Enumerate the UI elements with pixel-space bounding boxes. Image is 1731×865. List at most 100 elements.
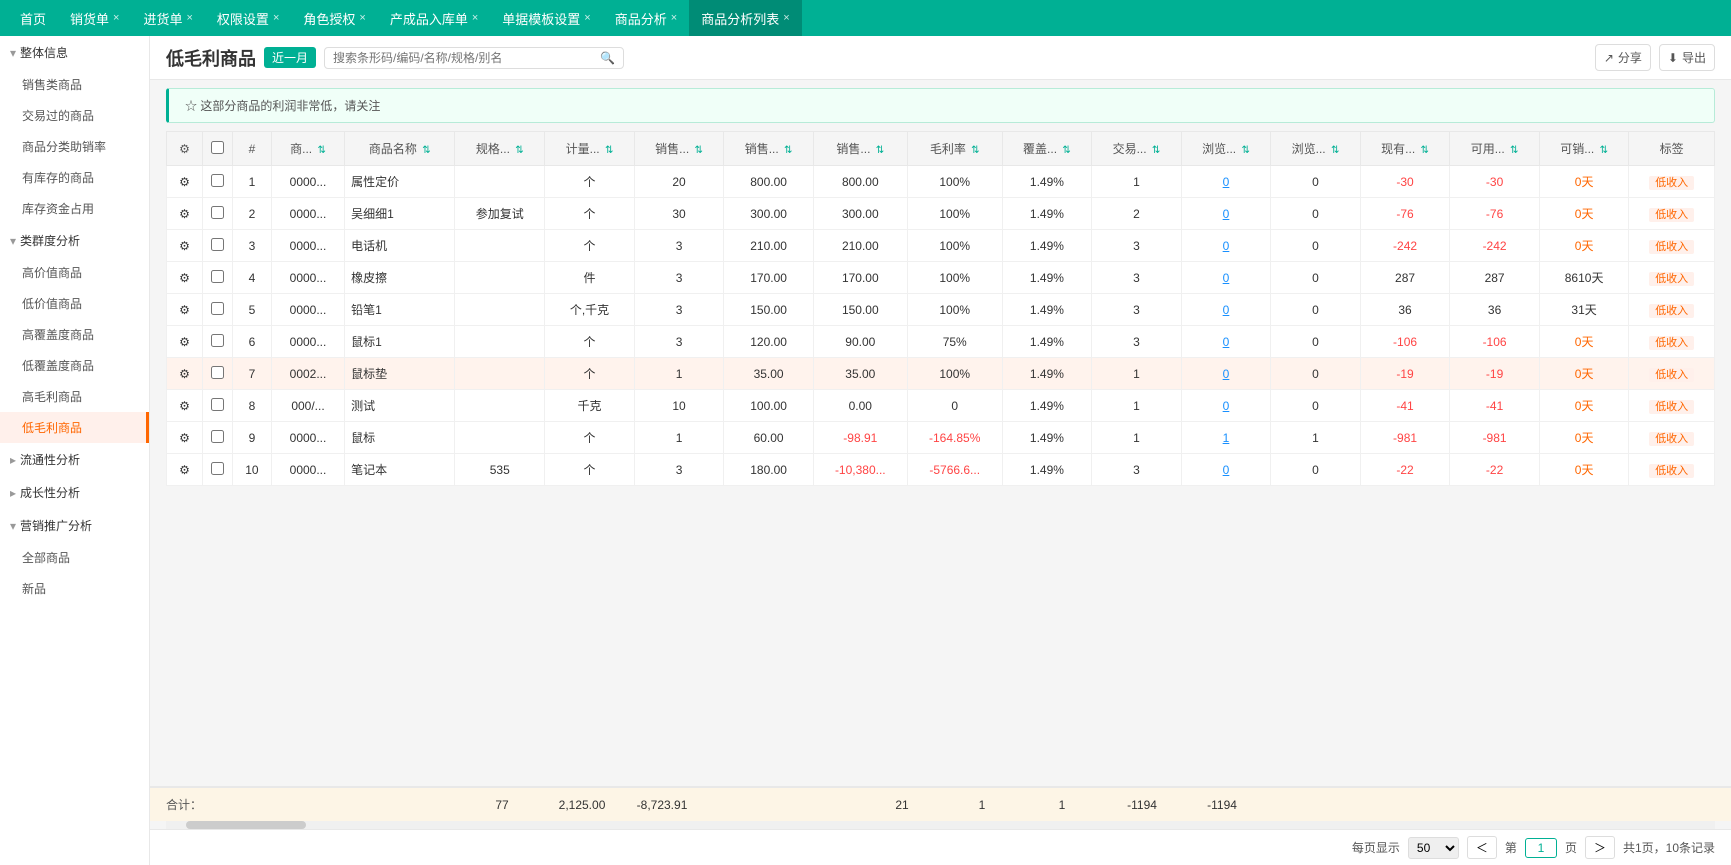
col-gear[interactable]: ⚙: [167, 132, 203, 166]
sidebar-group-cluster[interactable]: ▾ 类群度分析: [0, 224, 149, 257]
cell-checkbox[interactable]: [203, 262, 233, 294]
sidebar-group-flow[interactable]: ▸ 流通性分析: [0, 443, 149, 476]
cell-browse1[interactable]: 0: [1181, 230, 1271, 262]
export-button[interactable]: ⬇ 导出: [1659, 44, 1715, 71]
nav-analysis[interactable]: 商品分析 ×: [603, 0, 689, 36]
cell-checkbox[interactable]: [203, 294, 233, 326]
row-checkbox[interactable]: [211, 366, 224, 379]
prev-page-btn[interactable]: ＜: [1467, 836, 1497, 859]
sidebar-group-marketing[interactable]: ▾ 营销推广分析: [0, 509, 149, 542]
cell-gear[interactable]: ⚙: [167, 454, 203, 486]
row-checkbox[interactable]: [211, 430, 224, 443]
cell-gear[interactable]: ⚙: [167, 166, 203, 198]
share-button[interactable]: ↗ 分享: [1595, 44, 1651, 71]
search-input[interactable]: [333, 51, 600, 65]
cell-checkbox[interactable]: [203, 422, 233, 454]
cell-checkbox[interactable]: [203, 390, 233, 422]
close-roles-icon[interactable]: ×: [359, 12, 365, 24]
cell-gear[interactable]: ⚙: [167, 230, 203, 262]
sidebar-item-low-margin[interactable]: 低毛利商品: [0, 412, 149, 443]
tag-recent[interactable]: 近一月: [264, 47, 316, 68]
col-tag[interactable]: 标签: [1629, 132, 1715, 166]
row-checkbox[interactable]: [211, 206, 224, 219]
nav-products[interactable]: 产成品入库单 ×: [378, 0, 490, 36]
cell-checkbox[interactable]: [203, 166, 233, 198]
search-icon[interactable]: 🔍: [600, 51, 615, 65]
col-trade[interactable]: 交易... ⇅: [1092, 132, 1182, 166]
sidebar-item-all-products[interactable]: 全部商品: [0, 542, 149, 573]
row-checkbox[interactable]: [211, 334, 224, 347]
per-page-select[interactable]: 50 100 200: [1408, 837, 1459, 859]
col-sales-profit[interactable]: 销售... ⇅: [813, 132, 907, 166]
cell-browse1[interactable]: 1: [1181, 422, 1271, 454]
cell-browse1[interactable]: 0: [1181, 390, 1271, 422]
cell-checkbox[interactable]: [203, 358, 233, 390]
col-sellable[interactable]: 可销... ⇅: [1539, 132, 1629, 166]
sidebar-item-has-stock[interactable]: 有库存的商品: [0, 162, 149, 193]
sidebar-item-category-rate[interactable]: 商品分类助销率: [0, 131, 149, 162]
close-sales-icon[interactable]: ×: [113, 12, 119, 24]
cell-browse1[interactable]: 0: [1181, 358, 1271, 390]
row-checkbox[interactable]: [211, 302, 224, 315]
col-checkbox-all[interactable]: [203, 132, 233, 166]
cell-browse1[interactable]: 0: [1181, 326, 1271, 358]
nav-analysis-list[interactable]: 商品分析列表 ×: [689, 0, 801, 36]
cell-checkbox[interactable]: [203, 454, 233, 486]
sidebar-group-growth[interactable]: ▸ 成长性分析: [0, 476, 149, 509]
checkbox-all[interactable]: [211, 141, 224, 154]
cell-browse1[interactable]: 0: [1181, 294, 1271, 326]
sidebar-item-high-coverage[interactable]: 高覆盖度商品: [0, 319, 149, 350]
cell-gear[interactable]: ⚙: [167, 326, 203, 358]
close-purchase-icon[interactable]: ×: [186, 12, 192, 24]
sidebar-item-traded[interactable]: 交易过的商品: [0, 100, 149, 131]
row-checkbox[interactable]: [211, 398, 224, 411]
sidebar-item-capital[interactable]: 库存资金占用: [0, 193, 149, 224]
table-container[interactable]: ⚙ # 商... ⇅ 商品名称 ⇅ 规格... ⇅ 计量... ⇅ 销售... …: [150, 123, 1731, 786]
nav-templates[interactable]: 单据模板设置 ×: [490, 0, 602, 36]
cell-gear[interactable]: ⚙: [167, 358, 203, 390]
scrollbar-thumb[interactable]: [186, 821, 306, 829]
col-sales-qty[interactable]: 销售... ⇅: [634, 132, 724, 166]
nav-home[interactable]: 首页: [8, 0, 58, 36]
row-checkbox[interactable]: [211, 462, 224, 475]
col-spec[interactable]: 规格... ⇅: [455, 132, 545, 166]
col-gross-margin[interactable]: 毛利率 ⇅: [907, 132, 1002, 166]
col-sales-price[interactable]: 销售... ⇅: [724, 132, 814, 166]
next-page-btn[interactable]: ＞: [1585, 836, 1615, 859]
row-checkbox[interactable]: [211, 238, 224, 251]
close-permissions-icon[interactable]: ×: [273, 12, 279, 24]
sidebar-group-overall[interactable]: ▾ 整体信息: [0, 36, 149, 69]
col-unit[interactable]: 计量... ⇅: [545, 132, 635, 166]
cell-gear[interactable]: ⚙: [167, 390, 203, 422]
row-checkbox[interactable]: [211, 270, 224, 283]
nav-sales[interactable]: 销货单 ×: [58, 0, 131, 36]
cell-browse1[interactable]: 0: [1181, 198, 1271, 230]
sidebar-item-high-margin[interactable]: 高毛利商品: [0, 381, 149, 412]
close-analysis-icon[interactable]: ×: [671, 12, 677, 24]
col-available[interactable]: 可用... ⇅: [1450, 132, 1540, 166]
cell-gear[interactable]: ⚙: [167, 422, 203, 454]
close-templates-icon[interactable]: ×: [584, 12, 590, 24]
cell-browse1[interactable]: 0: [1181, 262, 1271, 294]
nav-purchase[interactable]: 进货单 ×: [131, 0, 204, 36]
cell-checkbox[interactable]: [203, 230, 233, 262]
close-products-icon[interactable]: ×: [472, 12, 478, 24]
cell-checkbox[interactable]: [203, 198, 233, 230]
scrollbar-area[interactable]: [166, 821, 1715, 829]
col-code[interactable]: 商... ⇅: [271, 132, 344, 166]
cell-checkbox[interactable]: [203, 326, 233, 358]
nav-permissions[interactable]: 权限设置 ×: [205, 0, 291, 36]
close-analysis-list-icon[interactable]: ×: [783, 12, 789, 24]
sidebar-item-new-products[interactable]: 新品: [0, 573, 149, 604]
cell-browse1[interactable]: 0: [1181, 166, 1271, 198]
cell-gear[interactable]: ⚙: [167, 294, 203, 326]
cell-browse1[interactable]: 0: [1181, 454, 1271, 486]
col-browse2[interactable]: 浏览... ⇅: [1271, 132, 1361, 166]
sidebar-item-sales-products[interactable]: 销售类商品: [0, 69, 149, 100]
col-browse1[interactable]: 浏览... ⇅: [1181, 132, 1271, 166]
cell-gear[interactable]: ⚙: [167, 262, 203, 294]
col-current-stock[interactable]: 现有... ⇅: [1360, 132, 1450, 166]
nav-roles[interactable]: 角色授权 ×: [291, 0, 377, 36]
cell-gear[interactable]: ⚙: [167, 198, 203, 230]
row-checkbox[interactable]: [211, 174, 224, 187]
